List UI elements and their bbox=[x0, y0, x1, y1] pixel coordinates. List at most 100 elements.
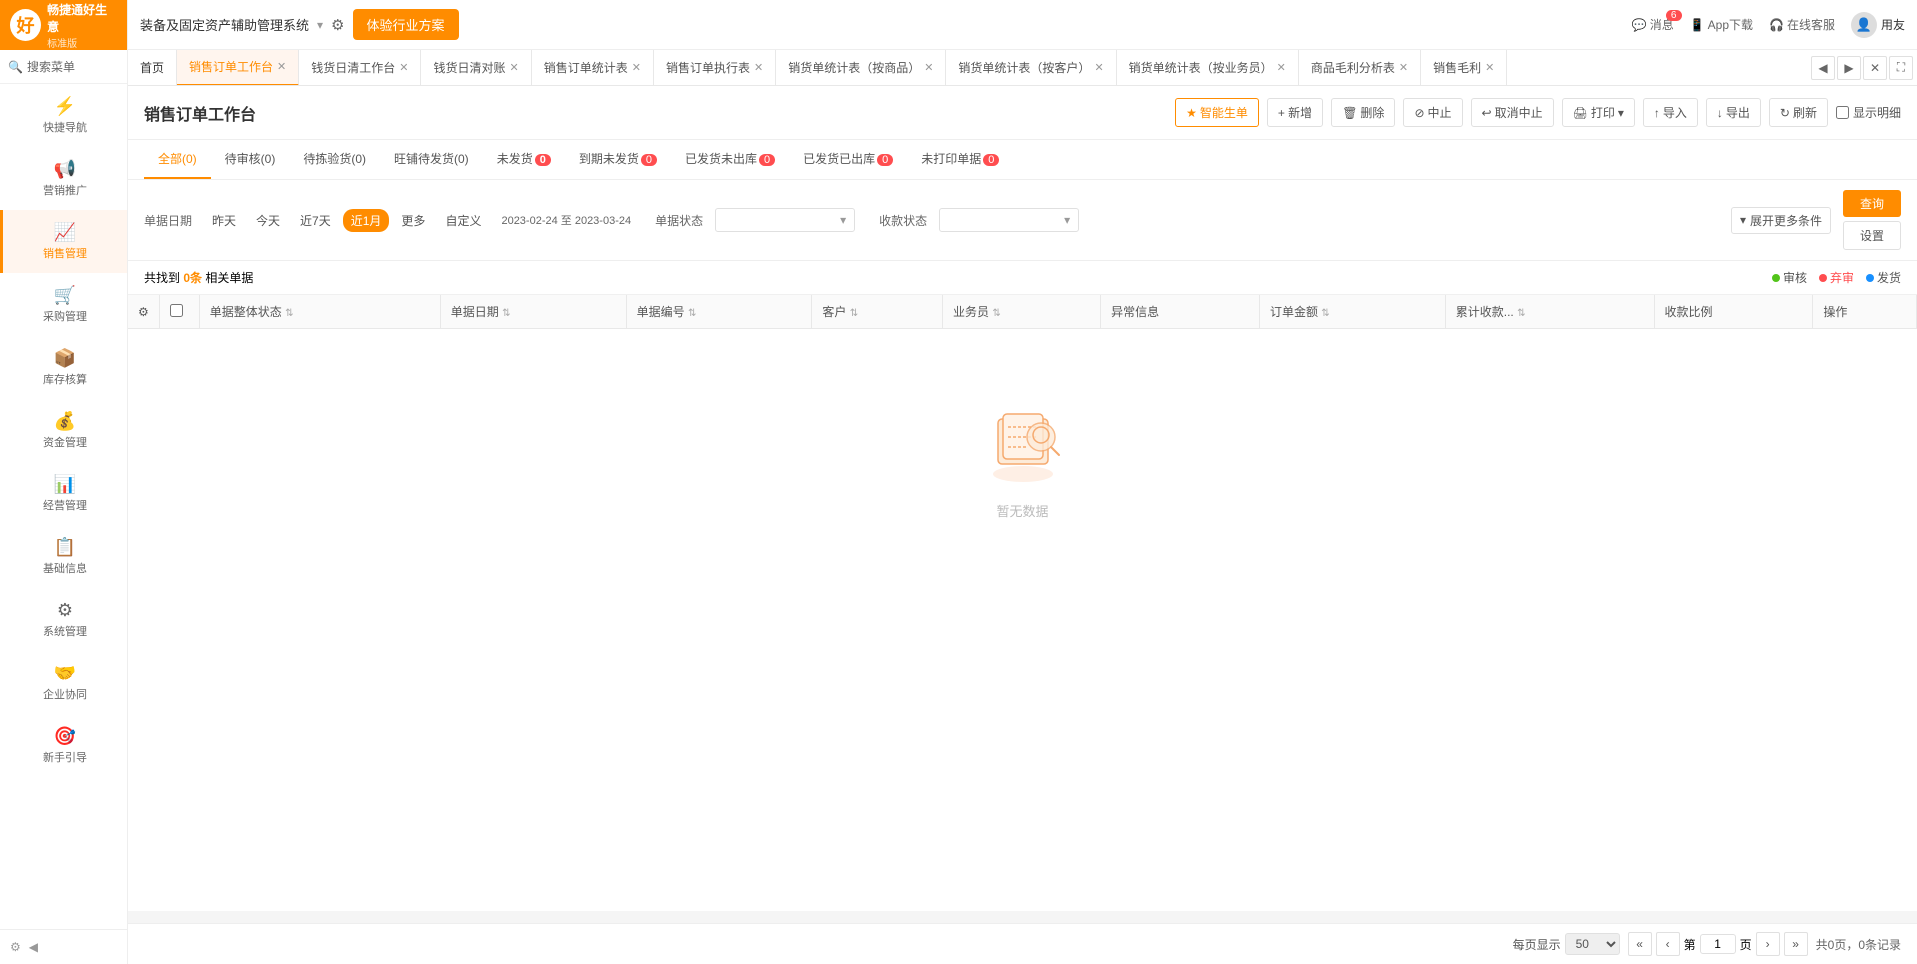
tab-sales-profit-close[interactable]: ✕ bbox=[1485, 61, 1494, 74]
date-opt-1month[interactable]: 近1月 bbox=[343, 209, 390, 232]
experience-btn[interactable]: 体验行业方案 bbox=[353, 9, 459, 40]
table-scroll[interactable]: ⚙ 单据整体状态 ⇅ 单据日期 ⇅ bbox=[128, 295, 1917, 911]
sidebar-item-finance[interactable]: 💰 资金管理 bbox=[0, 399, 127, 462]
date-opt-7days[interactable]: 近7天 bbox=[292, 209, 339, 232]
tab-daily-clear-close[interactable]: ✕ bbox=[399, 61, 408, 74]
tab-sales-stat[interactable]: 销售订单统计表 ✕ bbox=[532, 50, 654, 86]
tab-next-btn[interactable]: ▶ bbox=[1837, 56, 1861, 80]
filter-tab-pending-check[interactable]: 待拣验货(0) bbox=[289, 140, 380, 179]
tab-profit-close[interactable]: ✕ bbox=[1399, 61, 1408, 74]
last-page-btn[interactable]: » bbox=[1784, 932, 1808, 956]
th-salesman[interactable]: 业务员 ⇅ bbox=[942, 295, 1100, 329]
sidebar-item-quick-nav[interactable]: ⚡ 快捷导航 bbox=[0, 84, 127, 147]
tab-daily-clear[interactable]: 钱货日清工作台 ✕ bbox=[299, 50, 421, 86]
filter-tab-all[interactable]: 全部(0) bbox=[144, 140, 211, 179]
delete-btn[interactable]: 🗑 删除 bbox=[1331, 98, 1395, 127]
first-page-btn[interactable]: « bbox=[1628, 932, 1652, 956]
tab-sales-order-close[interactable]: ✕ bbox=[277, 60, 286, 73]
search-menu[interactable]: 🔍 搜索菜单 bbox=[0, 50, 127, 84]
payment-select[interactable]: ▾ bbox=[939, 208, 1079, 232]
cancel-stop-btn[interactable]: ↩ 取消中止 bbox=[1471, 98, 1554, 127]
date-opt-yesterday[interactable]: 昨天 bbox=[204, 209, 244, 232]
date-opt-more[interactable]: 更多 bbox=[393, 209, 433, 232]
cancel-review-action-btn[interactable]: 弃审 bbox=[1819, 269, 1854, 286]
th-ratio[interactable]: 收款比例 bbox=[1654, 295, 1813, 329]
expand-conditions-btn[interactable]: ▾ 展开更多条件 bbox=[1731, 207, 1831, 234]
settings-bottom-icon[interactable]: ⚙ bbox=[10, 940, 21, 954]
sidebar-item-operations[interactable]: 📊 经营管理 bbox=[0, 462, 127, 525]
tab-close-all-btn[interactable]: ✕ bbox=[1863, 56, 1887, 80]
filter-tab-expired-unshipped[interactable]: 到期未发货0 bbox=[565, 140, 671, 179]
add-btn[interactable]: + 新增 bbox=[1267, 98, 1323, 127]
query-btn[interactable]: 查询 bbox=[1843, 190, 1901, 217]
next-page-btn[interactable]: › bbox=[1756, 932, 1780, 956]
review-action-btn[interactable]: 审核 bbox=[1772, 269, 1807, 286]
tab-salesman-stat[interactable]: 销货单统计表（按业务员） ✕ bbox=[1117, 50, 1299, 86]
sidebar-item-guide[interactable]: 🎯 新手引导 bbox=[0, 714, 127, 777]
prev-page-btn[interactable]: ‹ bbox=[1656, 932, 1680, 956]
date-opt-custom[interactable]: 自定义 bbox=[437, 209, 489, 232]
th-customer[interactable]: 客户 ⇅ bbox=[812, 295, 943, 329]
filter-tab-wangpu-ship[interactable]: 旺铺待发货(0) bbox=[380, 140, 483, 179]
import-btn[interactable]: ↑ 导入 bbox=[1643, 98, 1698, 127]
filter-tab-unshipped[interactable]: 未发货0 bbox=[483, 140, 565, 179]
sidebar-item-inventory[interactable]: 📦 库存核算 bbox=[0, 336, 127, 399]
ship-action-btn[interactable]: 发货 bbox=[1866, 269, 1901, 286]
status-select[interactable]: ▾ bbox=[715, 208, 855, 232]
page-number-input[interactable] bbox=[1700, 934, 1736, 954]
sidebar-item-base-info[interactable]: 📋 基础信息 bbox=[0, 525, 127, 588]
th-cumulative[interactable]: 累计收款... ⇅ bbox=[1445, 295, 1654, 329]
tab-sales-exec[interactable]: 销售订单执行表 ✕ bbox=[654, 50, 776, 86]
tab-reconcile[interactable]: 钱货日清对账 ✕ bbox=[421, 50, 531, 86]
tab-goods-stat[interactable]: 销货单统计表（按商品） ✕ bbox=[776, 50, 946, 86]
horizontal-scrollbar[interactable] bbox=[128, 911, 1917, 923]
sidebar-item-sales[interactable]: 📈 销售管理 bbox=[0, 210, 127, 273]
th-checkbox[interactable] bbox=[159, 295, 199, 329]
app-download-btn[interactable]: 📱 App下载 bbox=[1690, 16, 1753, 33]
tab-fullscreen-btn[interactable]: ⛶ bbox=[1889, 56, 1913, 80]
print-btn[interactable]: 🖨 打印 ▾ bbox=[1562, 98, 1635, 127]
sidebar-item-purchase[interactable]: 🛒 采购管理 bbox=[0, 273, 127, 336]
setting-btn[interactable]: 设置 bbox=[1843, 221, 1901, 250]
filter-tab-pending-review[interactable]: 待审核(0) bbox=[211, 140, 290, 179]
user-menu[interactable]: 👤 用友 bbox=[1851, 12, 1905, 38]
select-all-checkbox[interactable] bbox=[170, 304, 183, 317]
refresh-btn[interactable]: ↻ 刷新 bbox=[1769, 98, 1828, 127]
page-size-selector[interactable]: 50 10 20 100 bbox=[1565, 933, 1620, 955]
message-btn[interactable]: 💬 消息 6 bbox=[1632, 16, 1674, 33]
collapse-icon[interactable]: ◀ bbox=[29, 940, 38, 954]
sidebar-item-system[interactable]: ⚙ 系统管理 bbox=[0, 588, 127, 651]
smart-create-btn[interactable]: ★ 智能生单 bbox=[1175, 98, 1259, 127]
tab-sales-stat-close[interactable]: ✕ bbox=[632, 61, 641, 74]
filter-tab-shipped-out[interactable]: 已发货已出库0 bbox=[789, 140, 907, 179]
filter-tab-unprinted[interactable]: 未打印单据0 bbox=[907, 140, 1013, 179]
show-details-toggle[interactable]: 显示明细 bbox=[1836, 104, 1901, 121]
sidebar-item-enterprise[interactable]: 🤝 企业协同 bbox=[0, 651, 127, 714]
tab-prev-btn[interactable]: ◀ bbox=[1811, 56, 1835, 80]
th-gear[interactable]: ⚙ bbox=[128, 295, 159, 329]
tab-goods-stat-close[interactable]: ✕ bbox=[924, 61, 933, 74]
tab-reconcile-close[interactable]: ✕ bbox=[510, 61, 519, 74]
show-details-checkbox[interactable] bbox=[1836, 106, 1849, 119]
export-btn[interactable]: ↓ 导出 bbox=[1706, 98, 1761, 127]
tab-salesman-stat-close[interactable]: ✕ bbox=[1277, 61, 1286, 74]
filter-tab-shipped-not-out[interactable]: 已发货未出库0 bbox=[671, 140, 789, 179]
tab-sales-exec-close[interactable]: ✕ bbox=[754, 61, 763, 74]
tab-customer-stat[interactable]: 销货单统计表（按客户） ✕ bbox=[946, 50, 1116, 86]
topbar-dropdown-arrow[interactable]: ▾ bbox=[317, 18, 323, 32]
online-service-btn[interactable]: 🎧 在线客服 bbox=[1769, 16, 1835, 33]
stop-btn[interactable]: ⊘ 中止 bbox=[1403, 98, 1462, 127]
th-status[interactable]: 单据整体状态 ⇅ bbox=[199, 295, 440, 329]
date-opt-today[interactable]: 今天 bbox=[248, 209, 288, 232]
tab-home[interactable]: 首页 bbox=[128, 50, 177, 86]
tab-sales-order[interactable]: 销售订单工作台 ✕ bbox=[177, 50, 299, 86]
sidebar-item-marketing[interactable]: 📢 营销推广 bbox=[0, 147, 127, 210]
th-anomaly[interactable]: 异常信息 bbox=[1101, 295, 1260, 329]
tab-profit[interactable]: 商品毛利分析表 ✕ bbox=[1299, 50, 1421, 86]
th-amount[interactable]: 订单金额 ⇅ bbox=[1259, 295, 1445, 329]
tab-customer-stat-close[interactable]: ✕ bbox=[1094, 61, 1103, 74]
th-number[interactable]: 单据编号 ⇅ bbox=[626, 295, 812, 329]
th-date[interactable]: 单据日期 ⇅ bbox=[440, 295, 626, 329]
tab-sales-profit[interactable]: 销售毛利 ✕ bbox=[1421, 50, 1507, 86]
topbar-settings-icon[interactable]: ⚙ bbox=[331, 16, 344, 34]
